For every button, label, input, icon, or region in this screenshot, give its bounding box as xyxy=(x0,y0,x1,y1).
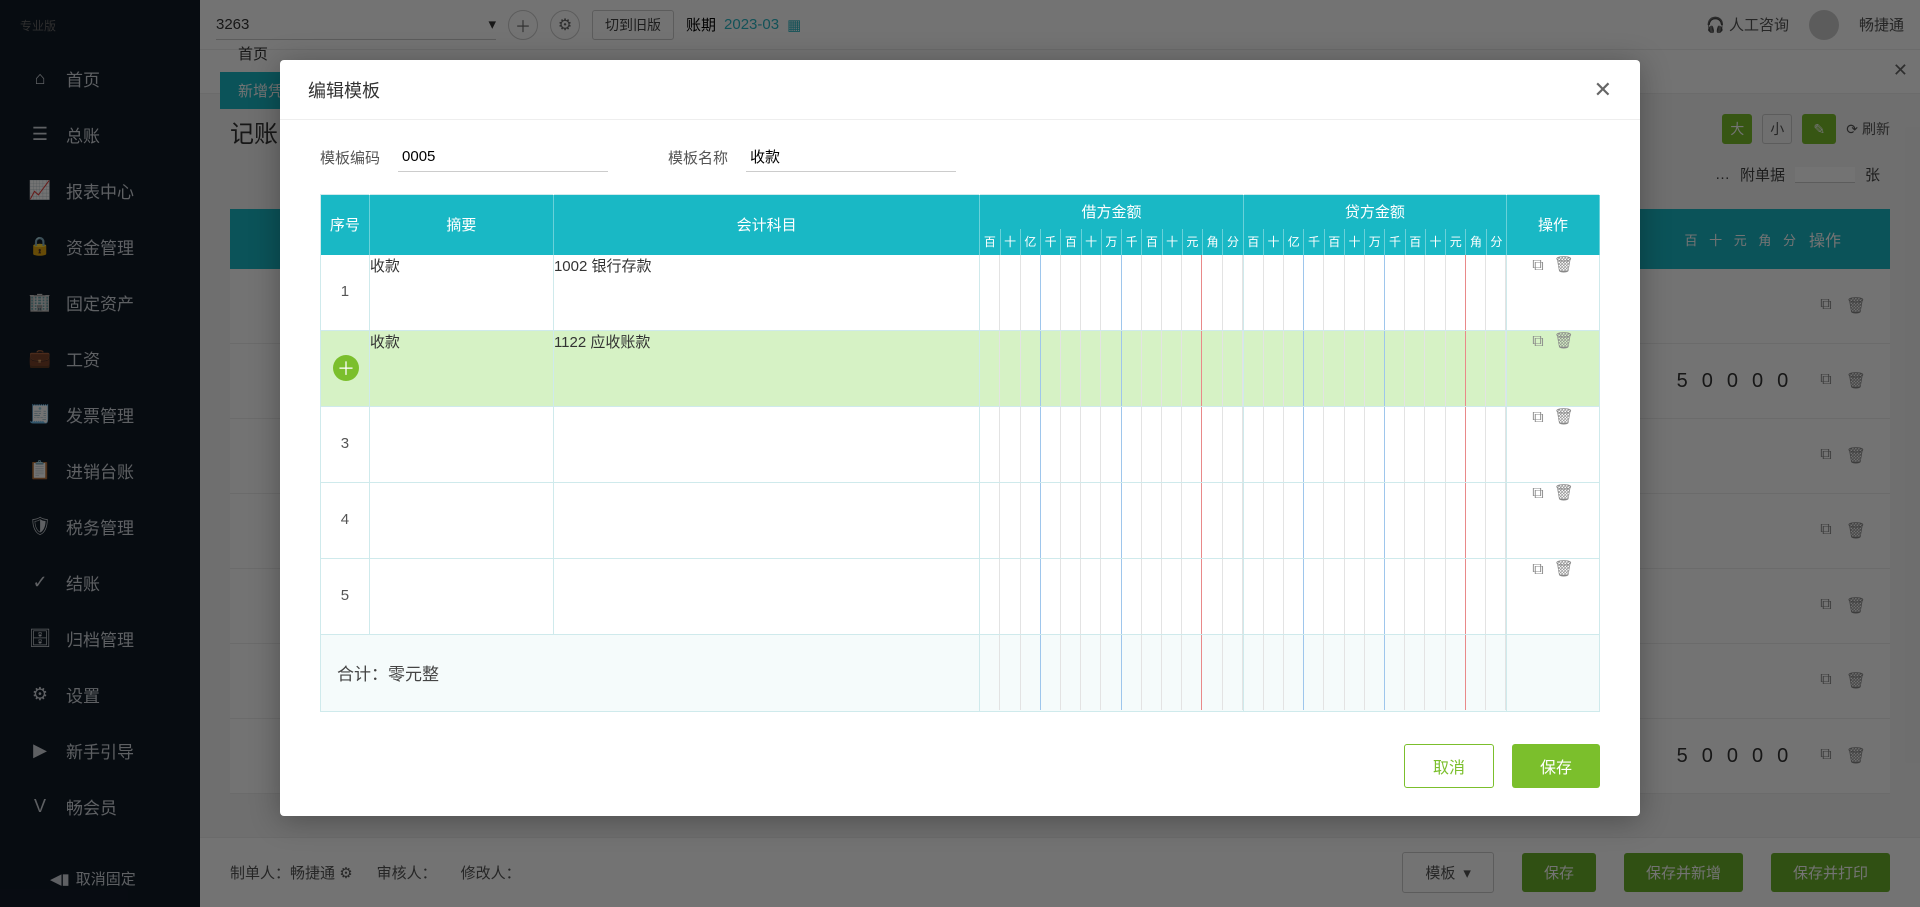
unit-百: 百 xyxy=(1243,229,1263,255)
unit-十: 十 xyxy=(1425,229,1445,255)
edit-template-modal: 编辑模板 ✕ 模板编码 模板名称 序号 摘要 会计科目 xyxy=(280,60,1640,816)
add-row-button[interactable]: ＋ xyxy=(333,355,359,381)
unit-分: 分 xyxy=(1223,229,1243,255)
debit-amount[interactable] xyxy=(980,559,1242,634)
modal-overlay: 编辑模板 ✕ 模板编码 模板名称 序号 摘要 会计科目 xyxy=(0,0,1920,907)
unit-百: 百 xyxy=(1324,229,1344,255)
delete-icon[interactable]: 🗑 xyxy=(1554,409,1574,426)
entry-row[interactable]: 1收款1002 银行存款 ⧉ 🗑 xyxy=(321,255,1600,331)
copy-icon[interactable]: ⧉ xyxy=(1532,409,1543,426)
row-seq: 3 xyxy=(321,407,369,452)
credit-amount[interactable] xyxy=(1244,331,1506,406)
total-label: 合计：零元整 xyxy=(321,635,979,711)
template-name-input[interactable] xyxy=(746,142,956,172)
unit-千: 千 xyxy=(1041,229,1061,255)
debit-amount[interactable] xyxy=(980,331,1242,406)
th-op: 操作 xyxy=(1507,195,1600,255)
credit-amount[interactable] xyxy=(1244,483,1506,558)
entry-row[interactable]: ＋ 收款1122 应收账款 ⧉ 🗑 xyxy=(321,330,1600,406)
unit-亿: 亿 xyxy=(1284,229,1304,255)
subject-cell[interactable] xyxy=(553,482,979,558)
summary-cell[interactable]: 收款 xyxy=(369,330,553,406)
entry-row[interactable]: 5 ⧉ 🗑 xyxy=(321,558,1600,634)
summary-cell[interactable] xyxy=(369,558,553,634)
unit-千: 千 xyxy=(1385,229,1405,255)
close-icon[interactable]: ✕ xyxy=(1594,77,1612,103)
template-code-label: 模板编码 xyxy=(320,147,380,168)
unit-元: 元 xyxy=(1182,229,1202,255)
copy-icon[interactable]: ⧉ xyxy=(1532,333,1543,350)
entry-row[interactable]: 3 ⧉ 🗑 xyxy=(321,406,1600,482)
unit-千: 千 xyxy=(1122,229,1142,255)
template-name-label: 模板名称 xyxy=(668,147,728,168)
row-seq: 5 xyxy=(321,559,369,604)
unit-百: 百 xyxy=(1142,229,1162,255)
summary-cell[interactable] xyxy=(369,406,553,482)
unit-十: 十 xyxy=(1162,229,1182,255)
unit-百: 百 xyxy=(980,229,1000,255)
template-entry-table: 序号 摘要 会计科目 借方金额 贷方金额 操作 百十亿千百十万千百十元角分百十亿… xyxy=(320,194,1600,712)
th-subject: 会计科目 xyxy=(553,195,979,255)
unit-万: 万 xyxy=(1365,229,1385,255)
unit-十: 十 xyxy=(1081,229,1101,255)
row-seq: 4 xyxy=(321,483,369,528)
unit-百: 百 xyxy=(1061,229,1081,255)
th-seq: 序号 xyxy=(321,195,370,255)
entry-row[interactable]: 4 ⧉ 🗑 xyxy=(321,482,1600,558)
unit-百: 百 xyxy=(1405,229,1425,255)
credit-amount[interactable] xyxy=(1244,559,1506,634)
delete-icon[interactable]: 🗑 xyxy=(1554,561,1574,578)
subject-cell[interactable] xyxy=(553,558,979,634)
copy-icon[interactable]: ⧉ xyxy=(1532,257,1543,274)
unit-万: 万 xyxy=(1101,229,1121,255)
th-summary: 摘要 xyxy=(369,195,553,255)
unit-十: 十 xyxy=(1344,229,1364,255)
copy-icon[interactable]: ⧉ xyxy=(1532,561,1543,578)
unit-角: 角 xyxy=(1466,229,1486,255)
th-credit: 贷方金额 xyxy=(1243,195,1506,229)
summary-cell[interactable]: 收款 xyxy=(369,255,553,331)
unit-元: 元 xyxy=(1446,229,1466,255)
unit-角: 角 xyxy=(1203,229,1223,255)
template-code-input[interactable] xyxy=(398,142,608,172)
cancel-button[interactable]: 取消 xyxy=(1404,744,1494,788)
th-debit: 借方金额 xyxy=(980,195,1243,229)
credit-amount[interactable] xyxy=(1244,407,1506,482)
debit-amount[interactable] xyxy=(980,483,1242,558)
delete-icon[interactable]: 🗑 xyxy=(1554,333,1574,350)
row-seq: 1 xyxy=(321,255,369,300)
save-template-button[interactable]: 保存 xyxy=(1512,744,1600,788)
unit-分: 分 xyxy=(1486,229,1506,255)
credit-amount[interactable] xyxy=(1244,255,1506,330)
delete-icon[interactable]: 🗑 xyxy=(1554,257,1574,274)
subject-cell[interactable] xyxy=(553,406,979,482)
unit-十: 十 xyxy=(1263,229,1283,255)
unit-千: 千 xyxy=(1304,229,1324,255)
debit-amount[interactable] xyxy=(980,407,1242,482)
modal-title: 编辑模板 xyxy=(308,77,380,103)
unit-十: 十 xyxy=(1000,229,1020,255)
subject-cell[interactable]: 1122 应收账款 xyxy=(553,330,979,406)
copy-icon[interactable]: ⧉ xyxy=(1532,485,1543,502)
unit-亿: 亿 xyxy=(1020,229,1040,255)
summary-cell[interactable] xyxy=(369,482,553,558)
delete-icon[interactable]: 🗑 xyxy=(1554,485,1574,502)
debit-amount[interactable] xyxy=(980,255,1242,330)
subject-cell[interactable]: 1002 银行存款 xyxy=(553,255,979,331)
